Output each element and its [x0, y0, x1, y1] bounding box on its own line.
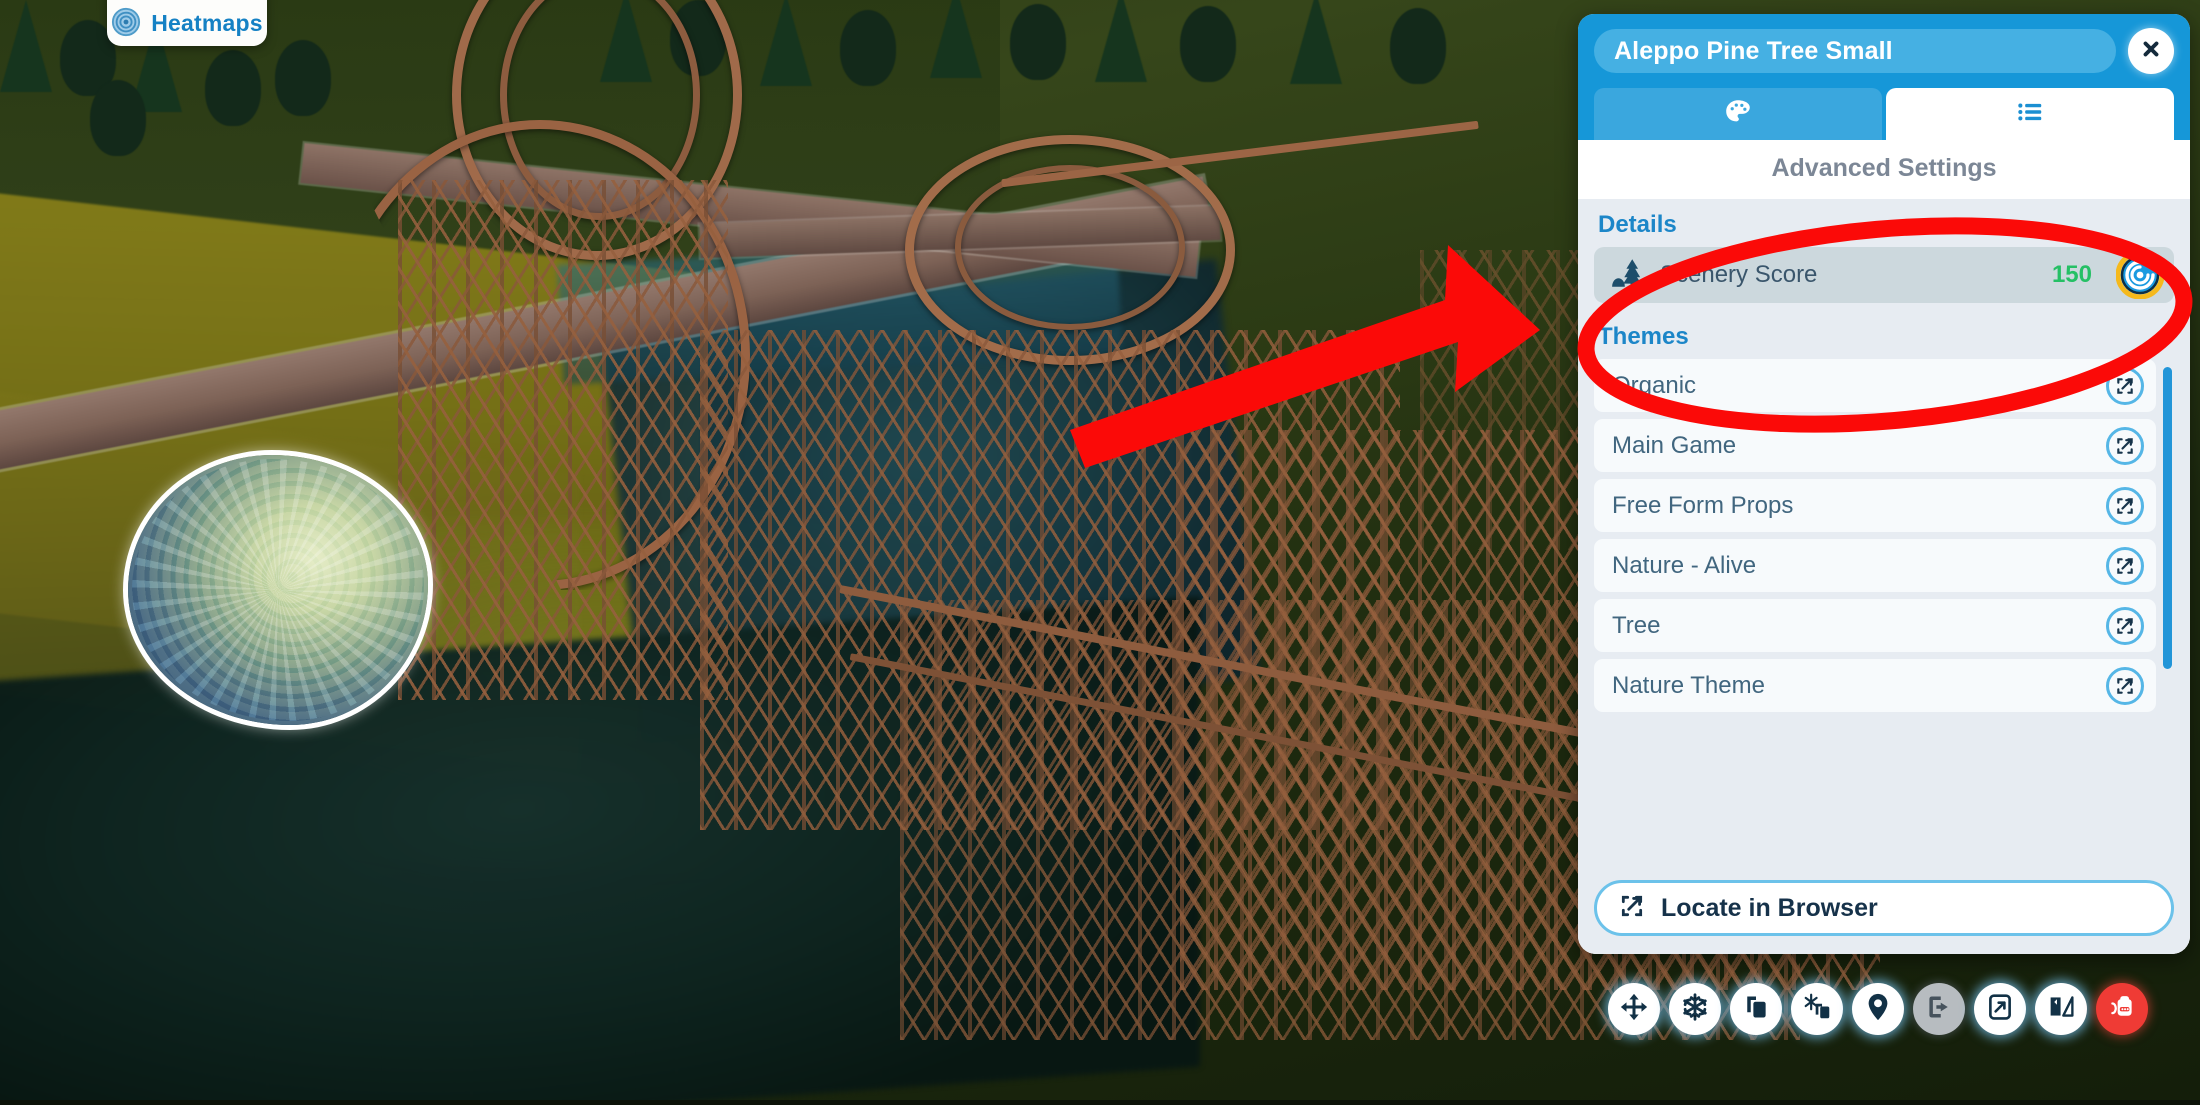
panel-tabs[interactable]	[1594, 88, 2174, 140]
page-title: Aleppo Pine Tree Small	[1614, 37, 1893, 66]
theme-label: Main Game	[1612, 432, 2106, 460]
flip-rotate-icon	[2047, 992, 2076, 1026]
trash-icon	[2108, 993, 2136, 1026]
theme-item-tree[interactable]: Tree	[1594, 599, 2156, 652]
move-arrows-icon	[1619, 992, 1649, 1027]
panel-header: Aleppo Pine Tree Small	[1578, 14, 2190, 140]
panel-subtitle: Advanced Settings	[1578, 140, 2190, 199]
panel-header-row: Aleppo Pine Tree Small	[1594, 28, 2174, 74]
scenery-score-value: 150	[2052, 261, 2092, 289]
theme-item-free-form-props[interactable]: Free Form Props	[1594, 479, 2156, 532]
duplicate-tool-button[interactable]	[1730, 983, 1782, 1035]
flip-tool-button[interactable]	[2035, 983, 2087, 1035]
delete-tool-button[interactable]	[2096, 983, 2148, 1035]
duplicate-icon	[1742, 993, 1770, 1026]
background-tree	[275, 40, 331, 116]
snowflake-icon	[1680, 992, 1710, 1027]
close-button[interactable]	[2128, 28, 2174, 74]
themes-scrollbar[interactable]	[2163, 361, 2172, 872]
heatmaps-label: Heatmaps	[151, 10, 263, 37]
theme-item-nature-alive[interactable]: Nature - Alive	[1594, 539, 2156, 592]
theme-label: Free Form Props	[1612, 492, 2106, 520]
external-link-icon	[1619, 893, 1645, 924]
move-tool-button[interactable]	[1608, 983, 1660, 1035]
external-link-icon[interactable]	[2106, 427, 2144, 465]
background-tree	[0, 0, 52, 92]
selected-tree-object[interactable]	[128, 455, 428, 725]
place-marker-tool-button[interactable]	[1852, 983, 1904, 1035]
themes-section-label: Themes	[1598, 323, 2174, 351]
external-link-icon[interactable]	[2106, 547, 2144, 585]
themes-scrollbar-thumb[interactable]	[2163, 367, 2172, 669]
background-tree	[205, 50, 261, 126]
resize-icon	[1986, 993, 2014, 1026]
background-tree	[1290, 0, 1342, 84]
heatmap-target-icon[interactable]	[2116, 251, 2164, 299]
theme-item-organic[interactable]: Organic	[1594, 359, 2156, 412]
tab-appearance[interactable]	[1594, 88, 1882, 140]
background-tree	[670, 0, 726, 76]
snap-tool-button[interactable]	[1669, 983, 1721, 1035]
object-settings-panel[interactable]: Aleppo Pine Tree Small	[1578, 14, 2190, 954]
locate-button-label: Locate in Browser	[1661, 894, 1878, 923]
object-toolbar[interactable]	[1608, 983, 2148, 1035]
map-pin-icon	[1863, 992, 1893, 1027]
themes-section: Themes Organic Main Game	[1578, 317, 2190, 874]
theme-label: Nature - Alive	[1612, 552, 2106, 580]
scenery-score-label: Scenery Score	[1660, 261, 2038, 289]
panel-body: Advanced Settings Details Scenery Score …	[1578, 140, 2190, 954]
scenery-score-row[interactable]: Scenery Score 150	[1594, 247, 2174, 303]
external-link-icon[interactable]	[2106, 367, 2144, 405]
details-section: Details Scenery Score 150	[1578, 199, 2190, 317]
resize-tool-button[interactable]	[1974, 983, 2026, 1035]
exit-tool-button[interactable]	[1913, 983, 1965, 1035]
theme-label: Nature Theme	[1612, 672, 2106, 700]
close-icon	[2140, 38, 2162, 65]
background-tree	[840, 10, 896, 86]
theme-item-nature-theme[interactable]: Nature Theme	[1594, 659, 2156, 712]
heatmaps-button[interactable]: Heatmaps	[107, 0, 267, 46]
details-section-label: Details	[1598, 211, 2174, 239]
background-tree	[1180, 6, 1236, 82]
list-icon	[2015, 97, 2045, 132]
palette-icon	[1723, 97, 1753, 132]
background-tree	[90, 80, 146, 156]
exit-door-icon	[1925, 993, 1953, 1026]
external-link-icon[interactable]	[2106, 607, 2144, 645]
background-tree	[930, 0, 982, 78]
background-tree	[1390, 8, 1446, 84]
theme-item-main-game[interactable]: Main Game	[1594, 419, 2156, 472]
theme-label: Tree	[1612, 612, 2106, 640]
theme-label: Organic	[1612, 372, 2106, 400]
locate-in-browser-button[interactable]: Locate in Browser	[1594, 880, 2174, 936]
background-tree	[1095, 0, 1147, 82]
tab-advanced[interactable]	[1886, 88, 2174, 140]
background-tree	[1010, 4, 1066, 80]
external-link-icon[interactable]	[2106, 487, 2144, 525]
external-link-icon[interactable]	[2106, 667, 2144, 705]
background-tree	[600, 0, 652, 82]
themes-list[interactable]: Organic Main Game	[1594, 359, 2174, 874]
panel-title-pill: Aleppo Pine Tree Small	[1594, 29, 2116, 73]
duplicate-snap-tool-button[interactable]	[1791, 983, 1843, 1035]
radar-target-icon	[111, 7, 141, 37]
snowflake-duplicate-icon	[1803, 992, 1832, 1026]
locate-button-container: Locate in Browser	[1578, 874, 2190, 954]
pine-tree-icon	[1610, 257, 1646, 294]
background-tree	[760, 0, 812, 86]
